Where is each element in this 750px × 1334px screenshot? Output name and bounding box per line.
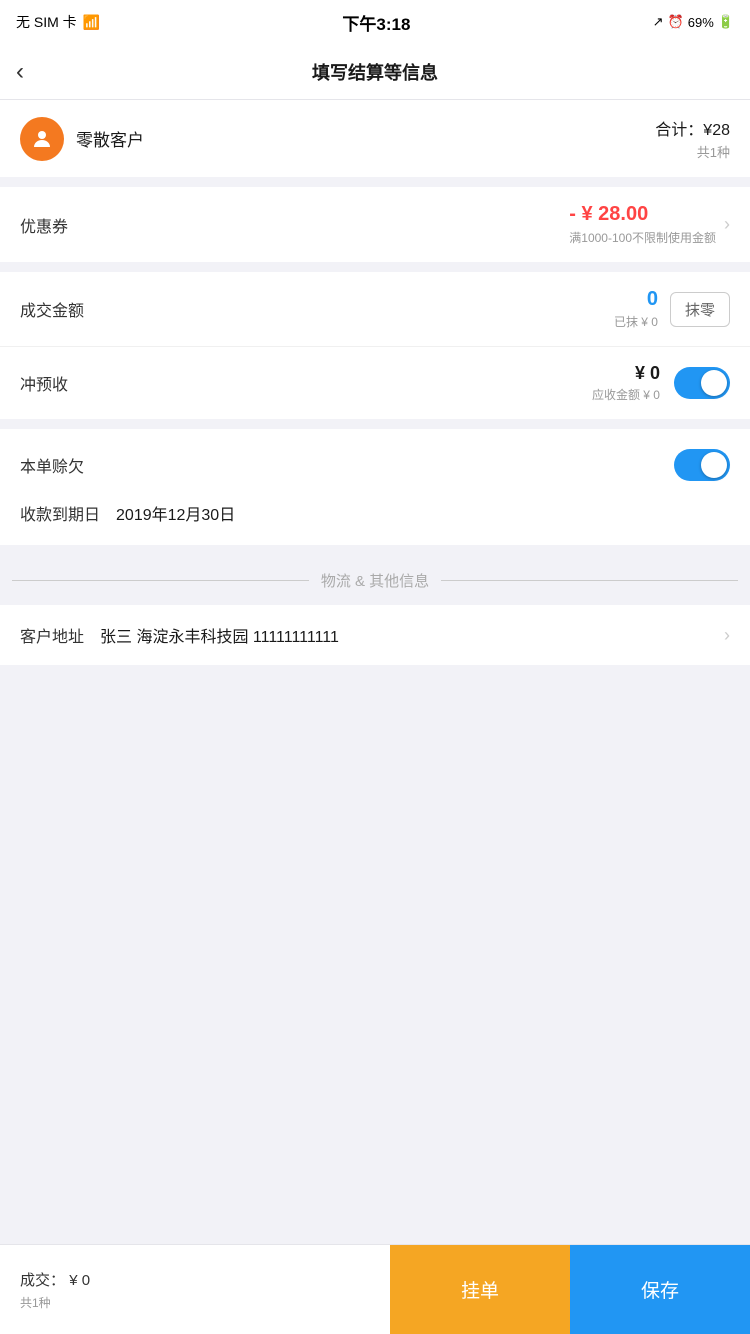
- prepay-right: ¥ 0 应收金额 ¥ 0: [592, 363, 730, 403]
- prepay-label: 冲预收: [20, 371, 68, 395]
- debt-toggle[interactable]: [674, 449, 730, 481]
- prepay-toggle[interactable]: [674, 367, 730, 399]
- customer-name: 零散客户: [76, 126, 144, 151]
- hang-single-button[interactable]: 挂单: [390, 1245, 570, 1334]
- address-value: 张三 海淀永丰科技园 11111111111: [100, 623, 724, 647]
- status-time: 下午3:18: [342, 10, 410, 35]
- coupon-desc: 满1000-100不限制使用金额: [569, 229, 716, 246]
- content: 零散客户 合计：¥28 共1种 优惠券 - ¥ 28.00 满1000-100不…: [0, 100, 750, 775]
- amount-right: 0 已抹 ¥ 0 抹零: [614, 288, 730, 330]
- bottom-summary-top: 成交： ¥ 0: [20, 1269, 370, 1290]
- toggle-knob: [701, 370, 727, 396]
- customer-row: 零散客户 合计：¥28 共1种: [0, 100, 750, 177]
- amount-section: 成交金额 0 已抹 ¥ 0 抹零 冲预收 ¥ 0 应收金额 ¥ 0: [0, 272, 750, 419]
- battery-icon: 🔋: [718, 14, 734, 30]
- customer-avatar: [20, 117, 64, 161]
- status-bar: 无 SIM 卡 📶 下午3:18 ↗ ⏰ 69% 🔋: [0, 0, 750, 44]
- prepay-row: 冲预收 ¥ 0 应收金额 ¥ 0: [0, 346, 750, 419]
- address-row: 客户地址 张三 海淀永丰科技园 11111111111 ›: [0, 605, 750, 665]
- amount-row: 成交金额 0 已抹 ¥ 0 抹零: [0, 272, 750, 346]
- bottom-bar: 成交： ¥ 0 共1种 挂单 保存: [0, 1244, 750, 1334]
- nav-bar: ‹ 填写结算等信息: [0, 44, 750, 100]
- bottom-summary: 成交： ¥ 0 共1种: [0, 1269, 390, 1311]
- coupon-label: 优惠券: [20, 213, 68, 237]
- status-right: ↗ ⏰ 69% 🔋: [653, 14, 734, 30]
- back-button[interactable]: ‹: [16, 58, 24, 86]
- coupon-amount: - ¥ 28.00: [569, 203, 716, 226]
- amount-value-wrap: 0 已抹 ¥ 0: [614, 288, 658, 330]
- summary-amount: ¥ 0: [69, 1272, 90, 1289]
- debt-section: 本单赊欠 收款到期日 2019年12月30日: [0, 429, 750, 545]
- debt-toggle-knob: [701, 452, 727, 478]
- page-title: 填写结算等信息: [312, 59, 438, 85]
- round-button[interactable]: 抹零: [670, 292, 730, 327]
- address-chevron-icon: ›: [724, 625, 730, 646]
- coupon-info: - ¥ 28.00 满1000-100不限制使用金额: [569, 203, 716, 246]
- address-section[interactable]: 客户地址 张三 海淀永丰科技园 11111111111 ›: [0, 605, 750, 665]
- debt-date-row: 收款到期日 2019年12月30日: [0, 501, 750, 545]
- bottom-summary-count: 共1种: [20, 1294, 370, 1311]
- customer-count: 共1种: [655, 142, 730, 161]
- summary-label: 成交：: [20, 1272, 65, 1289]
- wifi-icon: 📶: [83, 14, 100, 31]
- prepay-amount: ¥ 0: [592, 363, 660, 384]
- debt-date-label: 收款到期日: [20, 501, 100, 525]
- logistics-header: 物流 & 其他信息: [0, 555, 750, 605]
- logistics-title: 物流 & 其他信息: [321, 570, 429, 591]
- status-left: 无 SIM 卡 📶: [16, 12, 100, 32]
- prepay-sub: 应收金额 ¥ 0: [592, 386, 660, 403]
- save-button[interactable]: 保存: [570, 1245, 750, 1334]
- customer-right: 合计：¥28 共1种: [655, 116, 730, 161]
- coupon-right: - ¥ 28.00 满1000-100不限制使用金额 ›: [569, 203, 730, 246]
- sim-status: 无 SIM 卡: [16, 12, 77, 32]
- amount-value: 0: [614, 288, 658, 311]
- debt-date-value: 2019年12月30日: [116, 501, 235, 525]
- coupon-row[interactable]: 优惠券 - ¥ 28.00 满1000-100不限制使用金额 ›: [0, 187, 750, 262]
- location-icon: ↗: [653, 14, 664, 30]
- avatar-icon: [30, 127, 54, 151]
- debt-toggle-row: 本单赊欠: [0, 429, 750, 501]
- debt-label: 本单赊欠: [20, 453, 84, 477]
- customer-total: 合计：¥28: [655, 116, 730, 140]
- amount-sub: 已抹 ¥ 0: [614, 313, 658, 330]
- prepay-val-wrap: ¥ 0 应收金额 ¥ 0: [592, 363, 660, 403]
- coupon-chevron-icon: ›: [724, 214, 730, 235]
- battery-level: 69%: [688, 15, 714, 30]
- address-label: 客户地址: [20, 623, 84, 647]
- alarm-icon: ⏰: [668, 14, 684, 30]
- amount-label: 成交金额: [20, 297, 84, 321]
- customer-left: 零散客户: [20, 117, 144, 161]
